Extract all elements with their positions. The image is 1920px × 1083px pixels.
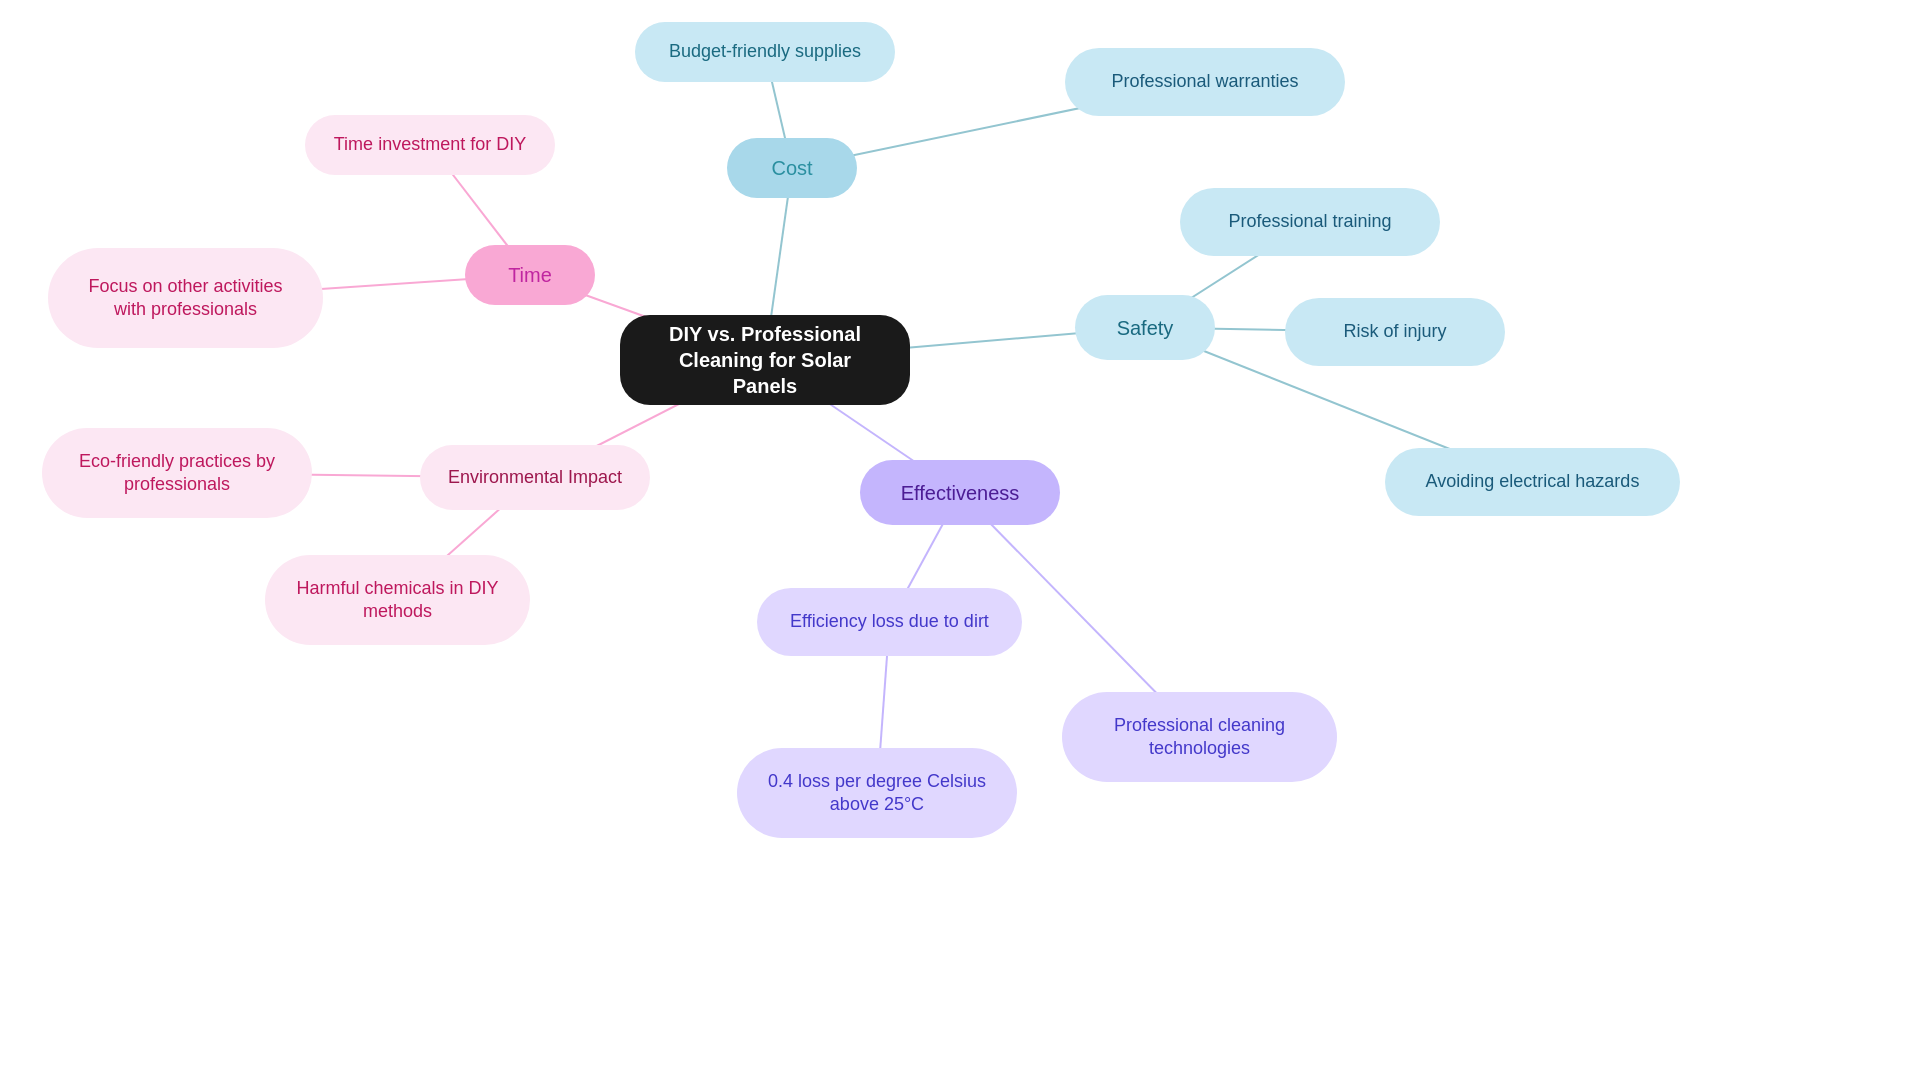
prof-warranties-node: Professional warranties [1065,48,1345,116]
environmental-node: Environmental Impact [420,445,650,510]
center-node: DIY vs. Professional Cleaning for Solar … [620,315,910,405]
eco-friendly-node: Eco-friendly practices by professionals [42,428,312,518]
prof-cleaning-tech-node: Professional cleaning technologies [1062,692,1337,782]
avoid-electrical-node: Avoiding electrical hazards [1385,448,1680,516]
cost-node: Cost [727,138,857,198]
budget-supplies-node: Budget-friendly supplies [635,22,895,82]
time-investment-node: Time investment for DIY [305,115,555,175]
harmful-chemicals-node: Harmful chemicals in DIY methods [265,555,530,645]
efficiency-loss-node: Efficiency loss due to dirt [757,588,1022,656]
prof-training-node: Professional training [1180,188,1440,256]
focus-other-node: Focus on other activities with professio… [48,248,323,348]
time-node: Time [465,245,595,305]
safety-node: Safety [1075,295,1215,360]
loss-per-degree-node: 0.4 loss per degree Celsius above 25°C [737,748,1017,838]
risk-injury-node: Risk of injury [1285,298,1505,366]
effectiveness-node: Effectiveness [860,460,1060,525]
